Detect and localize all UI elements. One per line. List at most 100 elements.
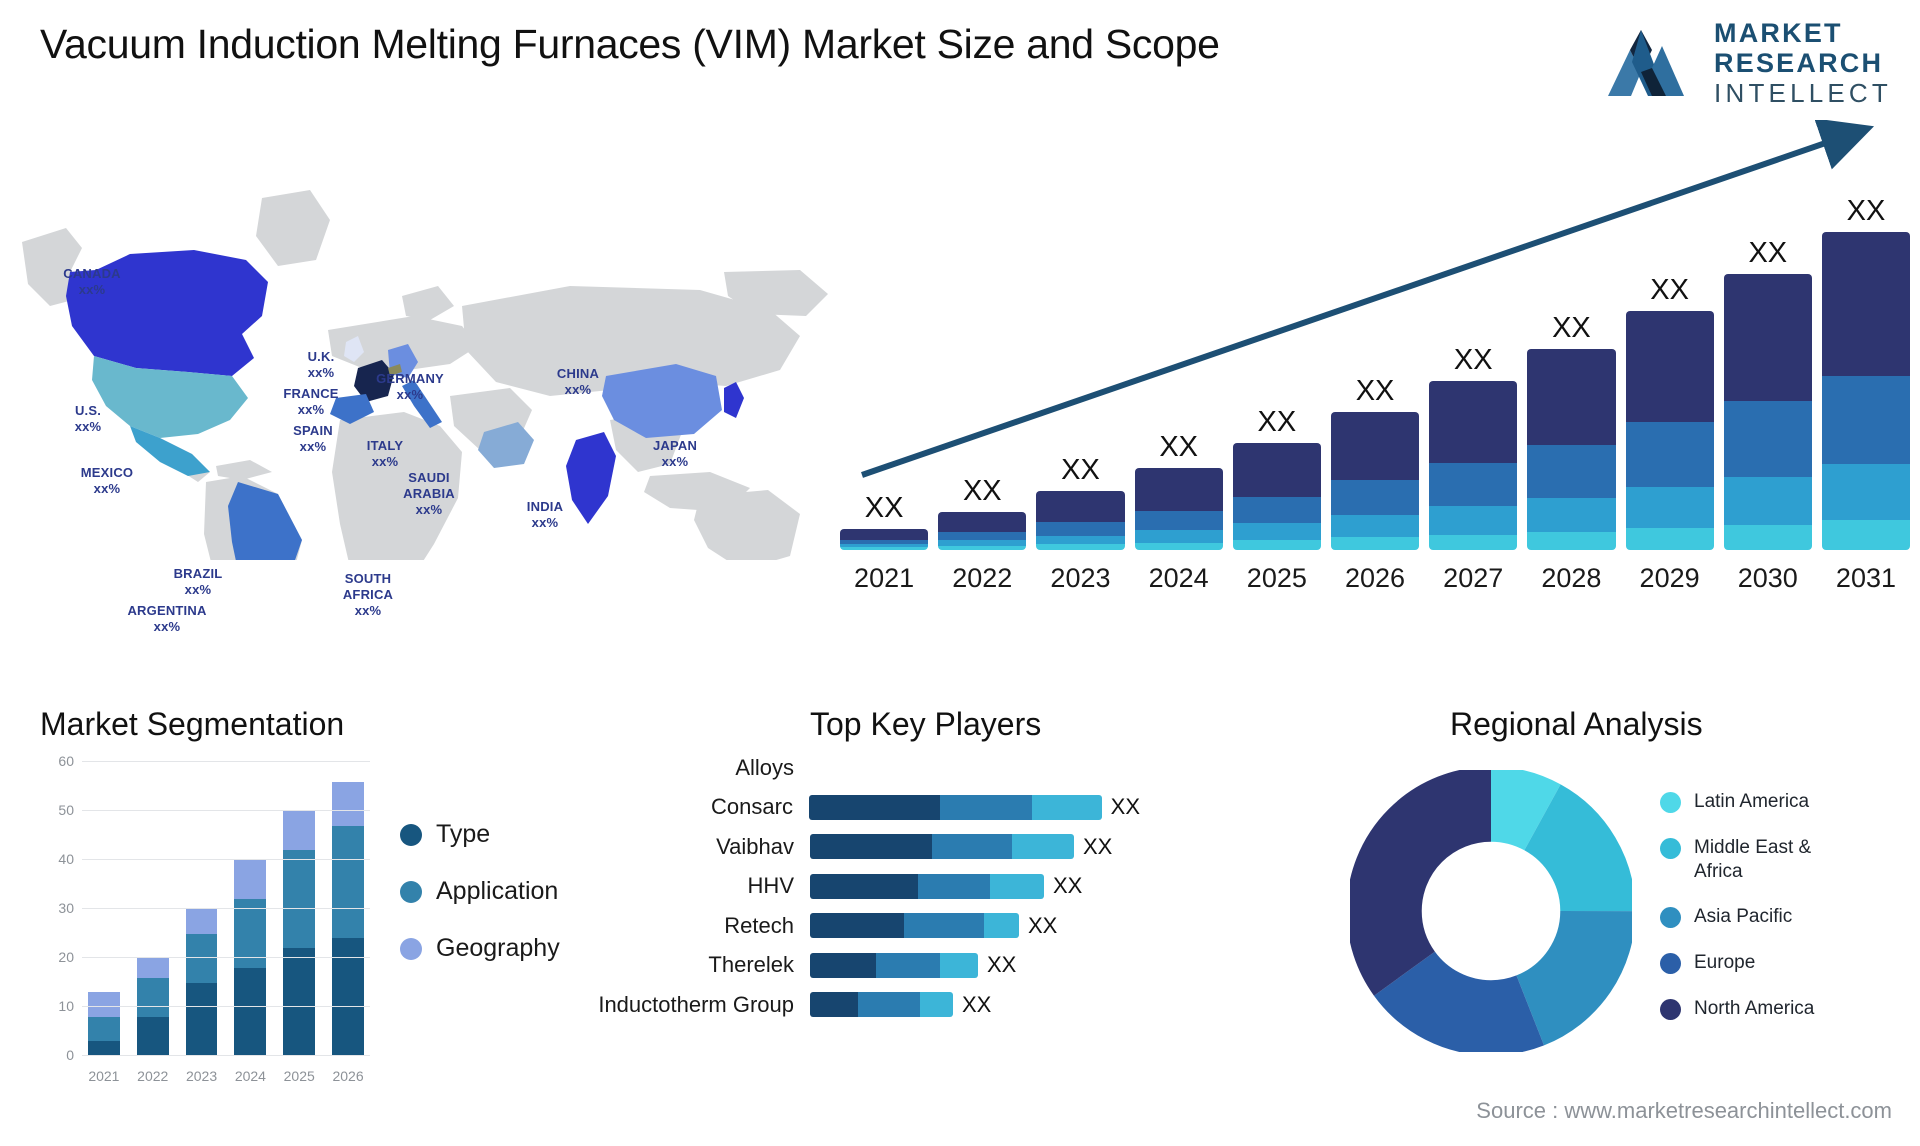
- forecast-bar-segment-segment-3: [938, 531, 1027, 541]
- player-name: Therelek: [708, 952, 794, 978]
- segmentation-gridline: 40: [58, 851, 370, 867]
- forecast-bar-segment-segment-3: [1036, 521, 1125, 536]
- forecast-bar-2023: XX: [1036, 190, 1125, 550]
- forecast-bar-segment-segment-4: [1330, 412, 1420, 480]
- map-label-saudi-arabia: SAUDI ARABIA xx%: [403, 470, 455, 518]
- forecast-bar-segment-segment-1: [1625, 527, 1714, 550]
- player-bar-segment-seg-dark: [810, 834, 932, 860]
- player-bar-value: XX: [1053, 873, 1083, 899]
- map-country-value: xx%: [74, 418, 102, 434]
- forecast-bar-segment-segment-3: [1723, 400, 1812, 477]
- segmentation-segment-geography: [332, 781, 364, 826]
- forecast-year-label: 2028: [1541, 563, 1602, 593]
- forecast-bar-segment-segment-4: [1036, 490, 1125, 522]
- player-row: HHV XX: [560, 867, 1140, 907]
- player-bar-segment-seg-light: [940, 952, 978, 978]
- map-country-name: BRAZIL: [173, 566, 223, 581]
- forecast-bar-stack: [1723, 274, 1812, 550]
- forecast-bar-2026: XX: [1330, 190, 1420, 550]
- forecast-bar-value: XX: [1846, 195, 1886, 227]
- forecast-bar-segment-segment-2: [1330, 514, 1420, 538]
- forecast-bar-segment-segment-4: [1821, 232, 1911, 376]
- segmentation-segment-geography: [234, 860, 267, 900]
- player-bar-segment-seg-light: [1031, 794, 1102, 820]
- segmentation-legend: Type Application Geography: [400, 820, 560, 991]
- player-bar-segment-seg-dark: [810, 952, 876, 978]
- player-bar-segment-seg-light: [984, 913, 1019, 939]
- legend-swatch-icon: [1660, 907, 1681, 929]
- map-label-mexico: MEXICO xx%: [81, 465, 133, 497]
- player-name: Consarc: [711, 794, 793, 820]
- map-label-u-s: U.S. xx%: [75, 403, 102, 435]
- segmentation-legend-item: Geography: [400, 934, 560, 963]
- regional-legend-item: Latin America: [1660, 790, 1910, 814]
- map-country-value: xx%: [153, 618, 181, 634]
- map-label-germany: GERMANY xx%: [376, 371, 444, 403]
- forecast-bar-value: XX: [1159, 431, 1198, 464]
- world-map: CANADA xx% U.S. xx% MEXICO xx% BRAZIL xx% ARGENT…: [10, 120, 840, 666]
- map-country-name: FRANCE: [283, 386, 339, 401]
- segmentation-legend-item: Type: [400, 820, 560, 849]
- forecast-bar-segment-segment-4: [1232, 443, 1321, 497]
- forecast-bar-2021: XX: [840, 190, 929, 550]
- page-title: Vacuum Induction Melting Furnaces (VIM) …: [40, 21, 1220, 67]
- forecast-bar-segment-segment-1: [840, 547, 929, 550]
- player-row: Retech XX: [560, 906, 1140, 946]
- infographic-page: Vacuum Induction Melting Furnaces (VIM) …: [0, 0, 1920, 1146]
- forecast-bar-2029: XX: [1625, 190, 1714, 550]
- forecast-year-label: 2029: [1639, 563, 1700, 593]
- forecast-year-axis: 2021 2022 2023 2024 2025 2026 2027 2028 2029 2030…: [840, 563, 1910, 594]
- map-label-canada: CANADA xx%: [63, 266, 121, 298]
- forecast-bar-value: XX: [962, 475, 1002, 508]
- segmentation-y-tick: 10: [58, 998, 74, 1014]
- logo-line-2: RESEARCH: [1714, 48, 1884, 78]
- logo-mark-icon: [1608, 30, 1685, 96]
- forecast-bar-2031: XX: [1821, 190, 1911, 550]
- logo-line-1: MARKET: [1714, 18, 1843, 48]
- segmentation-segment-type: [136, 1016, 169, 1056]
- player-row: Inductotherm Group XX: [560, 985, 1140, 1025]
- segmentation-year-label: 2022: [137, 1068, 169, 1084]
- regional-legend-item: Middle East & Africa: [1660, 836, 1910, 884]
- forecast-year-label: 2030: [1737, 563, 1798, 593]
- forecast-bar-segment-segment-3: [1821, 375, 1911, 465]
- player-bar-segment-seg-dark: [810, 873, 918, 899]
- map-country-value: xx%: [415, 501, 443, 517]
- legend-swatch-icon: [400, 880, 422, 903]
- forecast-bar-segment-segment-4: [1723, 274, 1812, 401]
- player-bar-value: XX: [1028, 912, 1058, 938]
- forecast-bar-segment-segment-3: [1232, 496, 1321, 524]
- forecast-bar-value: XX: [1748, 237, 1788, 270]
- player-bar: [810, 913, 1019, 939]
- forecast-bar-2025: XX: [1232, 190, 1321, 550]
- segmentation-year-label: 2025: [283, 1068, 315, 1084]
- map-country-value: xx%: [184, 581, 212, 597]
- segmentation-bar-2022: [136, 958, 169, 1056]
- map-country-name: SAUDI ARABIA: [403, 470, 455, 501]
- forecast-bar-segment-segment-1: [1723, 524, 1812, 550]
- player-row: Alloys: [560, 748, 1140, 788]
- forecast-bar-segment-segment-2: [1134, 530, 1223, 543]
- segmentation-year-label: 2024: [234, 1068, 266, 1084]
- segmentation-segment-geography: [283, 811, 316, 851]
- map-country-value: xx%: [371, 453, 399, 469]
- segmentation-y-tick: 50: [58, 802, 74, 818]
- segmentation-bar-2023: [185, 909, 218, 1056]
- donut-svg: [1346, 766, 1636, 1056]
- map-country-value: xx%: [354, 602, 382, 618]
- player-bar-segment-seg-mid: [904, 913, 984, 939]
- map-country-name: CANADA: [63, 266, 121, 281]
- forecast-bars: XX XX XX XX XX XX XX XX XX XX XX: [840, 190, 1911, 550]
- forecast-bar-segment-segment-3: [1527, 444, 1616, 498]
- regional-legend-item: Asia Pacific: [1660, 905, 1910, 929]
- top-key-players-title: Top Key Players: [810, 706, 1042, 742]
- segmentation-gridline: 10: [58, 998, 370, 1014]
- segmentation-year-axis: 2021 2022 2023 2024 2025 2026: [82, 1068, 370, 1084]
- segmentation-legend-label: Application: [436, 877, 559, 905]
- map-label-brazil: BRAZIL xx%: [174, 566, 223, 598]
- forecast-bar-2024: XX: [1134, 190, 1223, 550]
- forecast-bar-segment-segment-2: [1723, 476, 1812, 525]
- segmentation-segment-application: [88, 1016, 120, 1042]
- legend-swatch-icon: [1660, 792, 1681, 813]
- segmentation-y-tick: 0: [66, 1047, 74, 1063]
